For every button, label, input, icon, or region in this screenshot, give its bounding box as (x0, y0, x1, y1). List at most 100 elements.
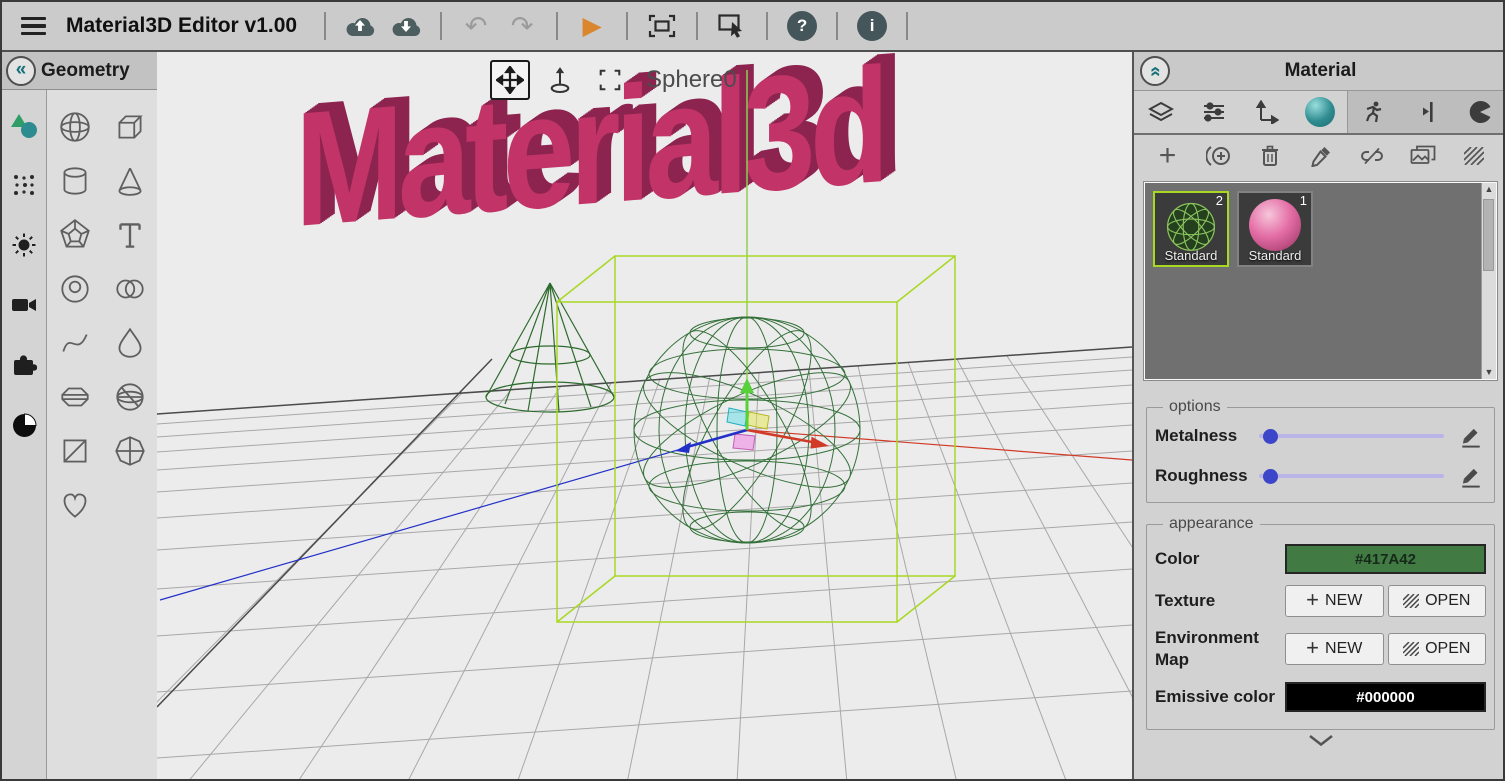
geometry-drop-button[interactable] (107, 320, 153, 366)
unlink-button[interactable] (1354, 138, 1390, 174)
camera-icon (12, 299, 36, 311)
tab-layers[interactable] (1134, 91, 1188, 133)
color-row: Color #417A42 (1155, 543, 1486, 575)
geometry-sphere-button[interactable] (52, 104, 98, 150)
geometry-disc-button[interactable] (52, 374, 98, 420)
geometry-cube-button[interactable] (107, 104, 153, 150)
frame-capture-button[interactable] (639, 4, 685, 48)
roughness-slider-thumb[interactable] (1263, 469, 1278, 484)
help-button[interactable]: ? (779, 4, 825, 48)
wireframe-sphere-icon (115, 383, 144, 411)
sidebar-item-particles[interactable] (7, 168, 41, 202)
sidebar-item-plugin[interactable] (7, 348, 41, 382)
environment-new-button[interactable]: + NEW (1285, 633, 1384, 666)
geometry-text-button[interactable] (107, 212, 153, 258)
hatch-icon (1403, 642, 1420, 657)
tab-animation[interactable] (1346, 91, 1401, 133)
material-item[interactable]: 1 Standard (1237, 191, 1313, 267)
gizmo-plane-xz[interactable] (746, 411, 770, 430)
metalness-slider[interactable] (1259, 427, 1444, 445)
scrollbar-up-arrow[interactable]: ▲ (1485, 185, 1494, 194)
selection-box (556, 255, 956, 623)
collapse-right-panel-button[interactable]: « (1140, 56, 1170, 86)
gallery-icon (1410, 145, 1435, 164)
geometry-octahedron-button[interactable] (107, 428, 153, 474)
run-button[interactable]: ▶ (569, 4, 615, 48)
geometry-heart-button[interactable] (52, 482, 98, 528)
gizmo-x-arrow[interactable] (746, 428, 813, 444)
eyedropper-icon (1310, 147, 1330, 167)
cloud-upload-button[interactable] (337, 4, 383, 48)
geometry-knot-button[interactable] (107, 266, 153, 312)
scene-canvas[interactable] (157, 52, 1132, 781)
gizmo-plane-xy[interactable] (726, 407, 748, 427)
collapse-left-panel-button[interactable]: « (6, 55, 36, 86)
viewport[interactable]: Material3d Sphere0 (157, 52, 1132, 781)
transform-gizmo[interactable] (675, 378, 829, 453)
roughness-label: Roughness (1155, 466, 1248, 485)
color-label: Color (1155, 548, 1200, 568)
geometry-cylinder-button[interactable] (52, 158, 98, 204)
roughness-slider[interactable] (1259, 467, 1444, 485)
move-tool-button[interactable] (490, 60, 530, 100)
edit-metalness-button[interactable] (1456, 421, 1486, 451)
play-icon: ▶ (582, 11, 602, 40)
pointer-panel-button[interactable] (709, 4, 755, 48)
geometry-cone-button[interactable] (107, 158, 153, 204)
color-swatch-button[interactable]: #417A42 (1285, 544, 1486, 574)
sidebar-item-light[interactable] (7, 228, 41, 262)
scrollbar-down-arrow[interactable]: ▼ (1485, 368, 1494, 377)
tab-environment[interactable] (1453, 91, 1503, 133)
texture-open-button[interactable]: OPEN (1387, 585, 1486, 617)
menu-icon (20, 13, 46, 39)
material-panel: « Material + 2 Standard 1 Standard ▲ ▼ o… (1132, 52, 1503, 779)
rotate-tool-button[interactable] (540, 60, 580, 100)
material-list-scrollbar[interactable]: ▲ ▼ (1481, 183, 1496, 379)
environment-open-button[interactable]: OPEN (1387, 633, 1486, 666)
scroll-down-button[interactable] (1307, 734, 1335, 747)
geometry-wireframe-sphere-button[interactable] (107, 374, 153, 420)
sidebar-item-camera[interactable] (7, 288, 41, 322)
scrollbar-thumb[interactable] (1483, 199, 1494, 271)
edit-roughness-button[interactable] (1456, 461, 1486, 491)
add-material-button[interactable]: + (1150, 138, 1186, 174)
sidebar-item-shading[interactable] (7, 408, 41, 442)
tab-properties[interactable] (1187, 91, 1241, 133)
delete-material-button[interactable] (1252, 138, 1288, 174)
sidebar-item-shapes[interactable] (7, 108, 41, 142)
options-group: options Metalness Roughness (1146, 398, 1495, 503)
menu-button[interactable] (10, 4, 56, 48)
metalness-slider-thumb[interactable] (1263, 429, 1278, 444)
gizmo-z-arrowhead[interactable] (675, 442, 691, 453)
hatch-pattern-button[interactable] (1456, 138, 1492, 174)
drop-icon (118, 327, 141, 358)
emissive-swatch-button[interactable]: #000000 (1285, 682, 1486, 713)
gizmo-y-arrowhead[interactable] (740, 378, 754, 393)
toolbar-divider (626, 12, 629, 40)
undo-button[interactable]: ↶ (453, 4, 499, 48)
scale-tool-button[interactable] (590, 60, 630, 100)
hatch-icon (1403, 594, 1420, 608)
cloud-upload-icon (346, 18, 375, 36)
eyedropper-button[interactable] (1303, 138, 1339, 174)
environment-map-row: Environment Map + NEW OPEN (1155, 627, 1486, 671)
material-item[interactable]: 2 Standard (1153, 191, 1229, 267)
geometry-plane-button[interactable] (52, 428, 98, 474)
gallery-button[interactable] (1405, 138, 1441, 174)
light-icon (12, 233, 36, 257)
axis-lines (159, 70, 1132, 601)
geometry-torus-button[interactable] (52, 266, 98, 312)
redo-button[interactable]: ↷ (499, 4, 545, 48)
texture-new-button[interactable]: + NEW (1285, 585, 1384, 617)
duplicate-material-button[interactable] (1201, 138, 1237, 174)
gizmo-plane-yz[interactable] (732, 433, 756, 451)
help-icon: ? (787, 11, 818, 41)
info-button[interactable]: i (849, 4, 895, 48)
geometry-curve-button[interactable] (52, 320, 98, 366)
tab-transform[interactable] (1240, 91, 1294, 133)
tab-material[interactable] (1293, 91, 1347, 133)
cloud-download-button[interactable] (383, 4, 429, 48)
geometry-dodecahedron-button[interactable] (52, 212, 98, 258)
tab-align[interactable] (1400, 91, 1454, 133)
selected-object-name: Sphere0 (646, 66, 737, 93)
